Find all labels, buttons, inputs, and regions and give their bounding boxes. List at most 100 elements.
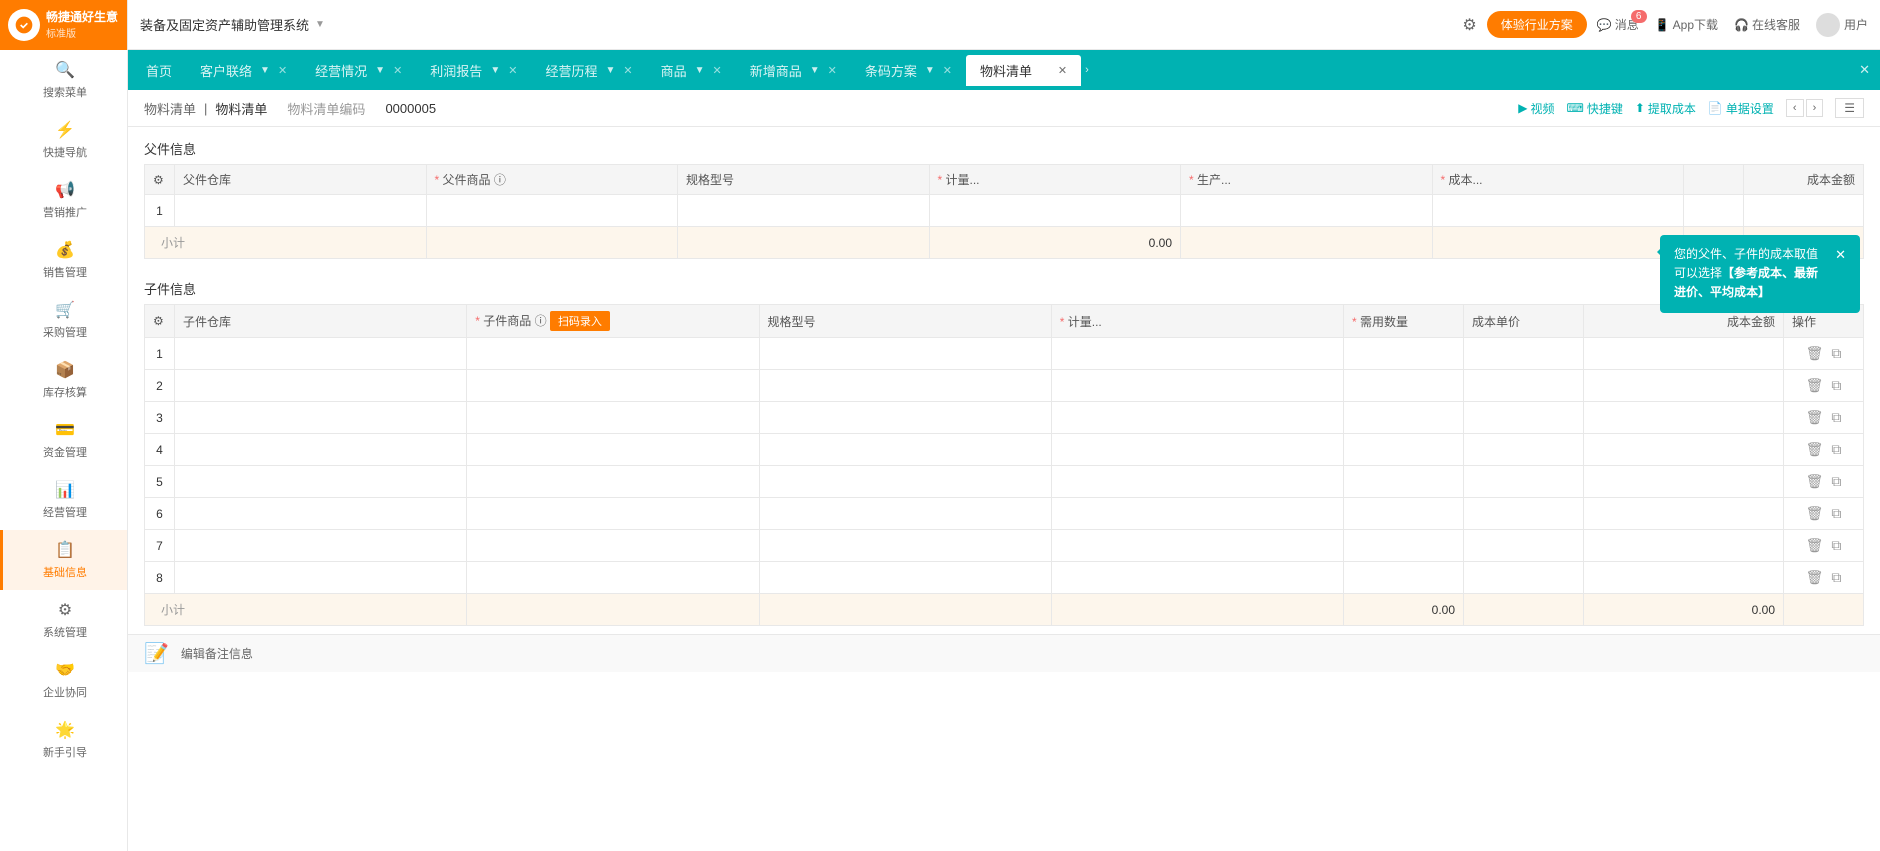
child-row-7-unit-cost[interactable] — [1464, 530, 1584, 562]
child-row-4-spec[interactable] — [759, 434, 1051, 466]
parent-row-1-cost[interactable] — [1432, 195, 1684, 227]
online-service-link[interactable]: 🎧 在线客服 — [1734, 16, 1800, 33]
sidebar-item-inventory[interactable]: 📦 库存核算 — [0, 350, 127, 410]
child-row-3-required-qty[interactable] — [1344, 402, 1464, 434]
child-row-7-warehouse[interactable] — [175, 530, 467, 562]
sidebar-item-sales[interactable]: 💰 销售管理 — [0, 230, 127, 290]
child-row-3-spec[interactable] — [759, 402, 1051, 434]
child-row-5-copy-icon[interactable]: ⧉ — [1831, 473, 1841, 490]
child-row-1-warehouse[interactable] — [175, 338, 467, 370]
extract-cost-action[interactable]: ⬆ 提取成本 — [1635, 100, 1696, 117]
child-row-5-warehouse[interactable] — [175, 466, 467, 498]
settings-gear-icon[interactable]: ⚙ — [1462, 15, 1476, 35]
scan-input-button[interactable]: 扫码录入 — [550, 311, 610, 331]
tab-barcode-close-icon[interactable]: ✕ — [943, 64, 952, 77]
child-row-4-delete-icon[interactable]: 🗑 — [1806, 441, 1824, 458]
child-row-2-warehouse[interactable] — [175, 370, 467, 402]
parent-unit-input[interactable] — [938, 203, 1173, 218]
parent-row-1-unit[interactable] — [929, 195, 1181, 227]
child-row-8-delete-icon[interactable]: 🗑 — [1806, 569, 1824, 586]
shortcut-action[interactable]: ⌨ 快捷键 — [1567, 100, 1623, 117]
child-row-5-unit-cost[interactable] — [1464, 466, 1584, 498]
child-row-7-copy-icon[interactable]: ⧉ — [1831, 537, 1841, 554]
child-row-8-spec[interactable] — [759, 562, 1051, 594]
nav-prev-icon[interactable]: ‹ — [1786, 99, 1804, 117]
child-row-6-warehouse[interactable] — [175, 498, 467, 530]
parent-warehouse-input[interactable] — [183, 203, 418, 218]
sidebar-item-search[interactable]: 🔍 搜索菜单 — [0, 50, 127, 110]
tab-products[interactable]: 商品 ▼ ✕ — [647, 55, 736, 86]
tooltip-close-button[interactable]: ✕ — [1835, 245, 1846, 266]
parent-cost-input[interactable] — [1441, 203, 1676, 218]
child-row-5-delete-icon[interactable]: 🗑 — [1806, 473, 1824, 490]
child-row-4-required-qty[interactable] — [1344, 434, 1464, 466]
sidebar-item-quick-nav[interactable]: ⚡ 快捷导航 — [0, 110, 127, 170]
child-row-5-product[interactable] — [467, 466, 759, 498]
child-row-3-unit-cost[interactable] — [1464, 402, 1584, 434]
child-row-1-spec[interactable] — [759, 338, 1051, 370]
child-row-4-unit-cost[interactable] — [1464, 434, 1584, 466]
tab-bom[interactable]: 物料清单 ▼ ✕ — [966, 55, 1081, 86]
child-row-7-unit[interactable] — [1051, 530, 1343, 562]
tab-products-close-icon[interactable]: ✕ — [713, 64, 722, 77]
child-row-1-required-qty[interactable] — [1344, 338, 1464, 370]
tab-history-dropdown-icon[interactable]: ▼ — [601, 65, 619, 76]
tab-new-product-close-icon[interactable]: ✕ — [828, 64, 837, 77]
user-menu[interactable]: 用户 — [1816, 13, 1868, 37]
child-row-1-delete-icon[interactable]: 🗑 — [1806, 345, 1824, 362]
sidebar-item-guide[interactable]: 🌟 新手引导 — [0, 710, 127, 770]
child-row-5-unit[interactable] — [1051, 466, 1343, 498]
child-row-6-product[interactable] — [467, 498, 759, 530]
child-row-7-spec[interactable] — [759, 530, 1051, 562]
sidebar-item-purchase[interactable]: 🛒 采购管理 — [0, 290, 127, 350]
tab-bom-dropdown-icon[interactable]: ▼ — [1036, 65, 1054, 76]
child-row-4-warehouse[interactable] — [175, 434, 467, 466]
sidebar-item-finance[interactable]: 💳 资金管理 — [0, 410, 127, 470]
parent-spec-input[interactable] — [686, 203, 921, 218]
tab-ops-dropdown-icon[interactable]: ▼ — [371, 65, 389, 76]
tab-new-product[interactable]: 新增商品 ▼ ✕ — [736, 55, 851, 86]
tab-history-close-icon[interactable]: ✕ — [623, 64, 632, 77]
note-icon[interactable]: 📝 — [144, 641, 169, 666]
message-badge[interactable]: 💬 消息 6 — [1597, 16, 1639, 33]
parent-production-input[interactable] — [1189, 203, 1424, 218]
child-row-2-required-qty[interactable] — [1344, 370, 1464, 402]
sidebar-item-enterprise[interactable]: 🤝 企业协同 — [0, 650, 127, 710]
child-row-1-product[interactable] — [467, 338, 759, 370]
child-row-3-delete-icon[interactable]: 🗑 — [1806, 409, 1824, 426]
child-row-6-copy-icon[interactable]: ⧉ — [1831, 505, 1841, 522]
child-row-3-unit[interactable] — [1051, 402, 1343, 434]
child-row-8-warehouse[interactable] — [175, 562, 467, 594]
tab-barcode[interactable]: 条码方案 ▼ ✕ — [851, 55, 966, 86]
child-row-5-required-qty[interactable] — [1344, 466, 1464, 498]
child-row-8-product[interactable] — [467, 562, 759, 594]
child-row-1-unit-cost[interactable] — [1464, 338, 1584, 370]
sidebar-item-marketing[interactable]: 📢 营销推广 — [0, 170, 127, 230]
tab-operations-status[interactable]: 经营情况 ▼ ✕ — [301, 55, 416, 86]
child-row-6-unit-cost[interactable] — [1464, 498, 1584, 530]
child-row-6-required-qty[interactable] — [1344, 498, 1464, 530]
child-row-2-product[interactable] — [467, 370, 759, 402]
child-row-3-warehouse[interactable] — [175, 402, 467, 434]
tab-ops-close-icon[interactable]: ✕ — [393, 64, 402, 77]
tab-customer-close-icon[interactable]: ✕ — [278, 64, 287, 77]
child-row-2-copy-icon[interactable]: ⧉ — [1831, 377, 1841, 394]
child-row-2-unit-cost[interactable] — [1464, 370, 1584, 402]
sidebar-item-basic-info[interactable]: 📋 基础信息 — [0, 530, 127, 590]
tab-barcode-dropdown-icon[interactable]: ▼ — [921, 65, 939, 76]
sidebar-item-system[interactable]: ⚙ 系统管理 — [0, 590, 127, 650]
note-text[interactable]: 编辑备注信息 — [181, 645, 253, 662]
child-row-8-unit-cost[interactable] — [1464, 562, 1584, 594]
tab-profit[interactable]: 利润报告 ▼ ✕ — [416, 55, 531, 86]
child-row-6-delete-icon[interactable]: 🗑 — [1806, 505, 1824, 522]
child-row-7-required-qty[interactable] — [1344, 530, 1464, 562]
title-dropdown-icon[interactable]: ▼ — [315, 19, 325, 30]
nav-next-icon[interactable]: › — [1806, 99, 1824, 117]
app-download-link[interactable]: 📱 App下载 — [1655, 16, 1718, 33]
sidebar-item-operations[interactable]: 📊 经营管理 — [0, 470, 127, 530]
parent-row-1-spec[interactable] — [678, 195, 930, 227]
child-row-6-unit[interactable] — [1051, 498, 1343, 530]
parent-row-1-product[interactable] — [426, 195, 678, 227]
child-row-5-spec[interactable] — [759, 466, 1051, 498]
child-row-7-product[interactable] — [467, 530, 759, 562]
